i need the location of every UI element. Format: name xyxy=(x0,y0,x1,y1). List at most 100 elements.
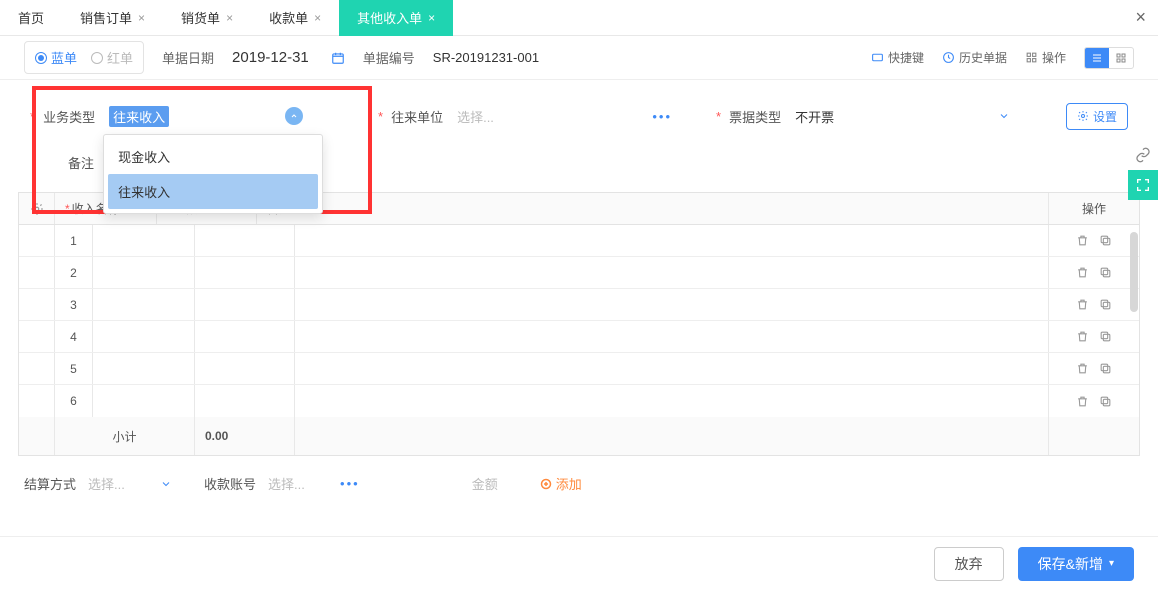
tab-item-1[interactable]: 销货单× xyxy=(163,0,251,36)
chevron-down-icon[interactable] xyxy=(998,110,1010,122)
row-index: 4 xyxy=(55,321,93,352)
close-icon[interactable]: × xyxy=(226,11,233,25)
add-button[interactable]: 添加 xyxy=(540,474,582,493)
biz-type-select[interactable]: 往来收入 现金收入 往来收入 xyxy=(103,102,303,130)
doc-no-label: 单据编号 xyxy=(363,48,415,67)
delete-icon[interactable] xyxy=(1076,362,1089,375)
cell-amount[interactable] xyxy=(195,353,295,384)
cell-amount[interactable] xyxy=(195,225,295,256)
more-icon[interactable]: ••• xyxy=(652,109,672,124)
table-row[interactable]: 1 xyxy=(19,225,1139,257)
cell-remark[interactable] xyxy=(295,385,1049,417)
delete-icon[interactable] xyxy=(1076,298,1089,311)
save-new-button[interactable]: 保存&新增 ▾ xyxy=(1018,547,1134,581)
biz-type-option-1[interactable]: 往来收入 xyxy=(108,174,318,209)
attachment-icon[interactable] xyxy=(1128,140,1158,170)
more-icon[interactable]: ••• xyxy=(340,476,360,491)
cell-amount[interactable] xyxy=(195,257,295,288)
scrollbar[interactable] xyxy=(1130,232,1138,312)
delete-icon[interactable] xyxy=(1076,266,1089,279)
close-icon[interactable]: × xyxy=(428,11,435,25)
settle-method-label: 结算方式 xyxy=(24,474,76,493)
remark-label: 备注 xyxy=(68,153,94,172)
row-index: 2 xyxy=(55,257,93,288)
party-label: 往来单位 xyxy=(391,107,443,126)
copy-icon[interactable] xyxy=(1099,298,1112,311)
cell-remark[interactable] xyxy=(295,289,1049,320)
doc-no-value: SR-20191231-001 xyxy=(433,50,539,65)
chevron-up-icon[interactable] xyxy=(285,107,303,125)
radio-red[interactable]: 红单 xyxy=(91,48,133,67)
close-icon[interactable]: × xyxy=(138,11,145,25)
table-footer: 小计 0.00 xyxy=(19,417,1139,455)
cell-name[interactable] xyxy=(93,225,195,256)
copy-icon[interactable] xyxy=(1099,266,1112,279)
settle-method-select[interactable]: 选择... xyxy=(88,474,148,493)
bill-type-radio-group: 蓝单 红单 xyxy=(24,41,144,74)
cell-amount[interactable] xyxy=(195,321,295,352)
row-index: 3 xyxy=(55,289,93,320)
cell-name[interactable] xyxy=(93,257,195,288)
detail-table: *收入名称 *金额 备注 操作 123456 小计 0.00 xyxy=(18,192,1140,456)
cell-remark[interactable] xyxy=(295,353,1049,384)
tab-item-2[interactable]: 收款单× xyxy=(251,0,339,36)
required-mark: * xyxy=(716,109,721,124)
party-select[interactable]: 选择... ••• xyxy=(451,102,678,130)
cell-remark[interactable] xyxy=(295,225,1049,256)
delete-icon[interactable] xyxy=(1076,395,1089,408)
view-list-icon[interactable] xyxy=(1085,48,1109,68)
row-index: 1 xyxy=(55,225,93,256)
copy-icon[interactable] xyxy=(1099,395,1112,408)
tab-item-0[interactable]: 销售订单× xyxy=(62,0,163,36)
delete-icon[interactable] xyxy=(1076,234,1089,247)
cell-amount[interactable] xyxy=(195,289,295,320)
copy-icon[interactable] xyxy=(1099,234,1112,247)
copy-icon[interactable] xyxy=(1099,362,1112,375)
required-mark: * xyxy=(30,109,35,124)
table-row[interactable]: 4 xyxy=(19,321,1139,353)
invoice-select[interactable]: 不开票 xyxy=(789,102,1016,130)
date-label: 单据日期 xyxy=(162,48,214,67)
table-row[interactable]: 3 xyxy=(19,289,1139,321)
biz-type-option-0[interactable]: 现金收入 xyxy=(108,139,318,174)
delete-icon[interactable] xyxy=(1076,330,1089,343)
chevron-down-icon[interactable] xyxy=(160,478,172,490)
close-all-icon[interactable]: × xyxy=(1135,7,1146,28)
chevron-down-icon[interactable]: ▾ xyxy=(1109,558,1114,569)
cell-name[interactable] xyxy=(93,353,195,384)
table-row[interactable]: 5 xyxy=(19,353,1139,385)
view-grid-icon[interactable] xyxy=(1109,48,1133,68)
toolbar: 蓝单 红单 单据日期 2019-12-31 单据编号 SR-20191231-0… xyxy=(0,36,1158,80)
copy-icon[interactable] xyxy=(1099,330,1112,343)
cell-remark[interactable] xyxy=(295,321,1049,352)
cell-amount[interactable] xyxy=(195,385,295,417)
cell-remark[interactable] xyxy=(295,257,1049,288)
date-value[interactable]: 2019-12-31 xyxy=(232,49,309,66)
party-field: * 往来单位 选择... ••• xyxy=(378,102,678,130)
tab-home[interactable]: 首页 xyxy=(0,0,62,36)
close-icon[interactable]: × xyxy=(314,11,321,25)
form-area: * 业务类型 往来收入 现金收入 往来收入 * 往来单位 选择... ••• xyxy=(0,80,1158,182)
cell-name[interactable] xyxy=(93,321,195,352)
calendar-icon[interactable] xyxy=(331,51,345,65)
settings-button[interactable]: 设置 xyxy=(1066,103,1128,130)
invoice-value: 不开票 xyxy=(795,107,834,126)
radio-blue[interactable]: 蓝单 xyxy=(35,48,77,67)
table-row[interactable]: 2 xyxy=(19,257,1139,289)
gear-icon[interactable] xyxy=(19,193,55,224)
discard-button[interactable]: 放弃 xyxy=(934,547,1004,581)
tab-item-3[interactable]: 其他收入单× xyxy=(339,0,453,36)
history-link[interactable]: 历史单据 xyxy=(942,49,1007,66)
account-select[interactable]: 选择... xyxy=(268,474,328,493)
cell-name[interactable] xyxy=(93,289,195,320)
cell-name[interactable] xyxy=(93,385,195,417)
table-row[interactable]: 6 xyxy=(19,385,1139,417)
fullscreen-icon[interactable] xyxy=(1128,170,1158,200)
ops-link[interactable]: 操作 xyxy=(1025,49,1066,66)
row-index: 5 xyxy=(55,353,93,384)
shortcut-link[interactable]: 快捷键 xyxy=(871,49,924,66)
side-toolbar xyxy=(1128,140,1158,200)
footer-bar: 放弃 保存&新增 ▾ xyxy=(0,536,1158,590)
tab-bar: 首页 销售订单× 销货单× 收款单× 其他收入单× × xyxy=(0,0,1158,36)
amount-label: 金额 xyxy=(472,474,498,493)
